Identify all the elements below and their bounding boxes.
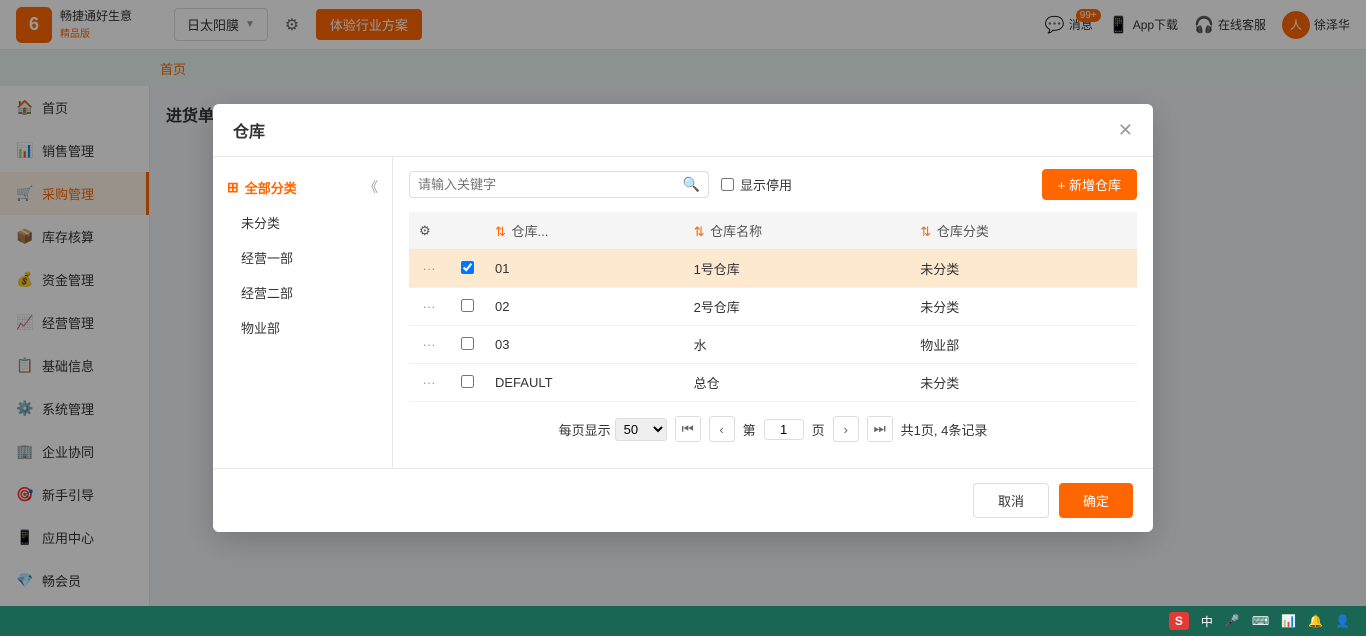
warehouse-modal: 仓库 ✕ ⊞ 全部分类 《 未分类 经营一部: [213, 104, 1153, 532]
cell-actions: ···: [409, 364, 449, 402]
status-chart[interactable]: 📊: [1281, 614, 1296, 628]
category-label-property: 物业部: [241, 321, 280, 336]
cell-no: DEFAULT: [485, 364, 684, 402]
cell-actions: ···: [409, 250, 449, 288]
category-item-dept1[interactable]: 经营一部: [213, 240, 392, 275]
sort-icon-code: ⇅: [495, 224, 506, 239]
confirm-button[interactable]: 确定: [1059, 483, 1133, 518]
add-warehouse-button[interactable]: + 新增仓库: [1042, 169, 1137, 200]
cell-name: 总仓: [684, 364, 911, 402]
cell-checkbox[interactable]: [449, 364, 485, 402]
search-icon: 🔍: [683, 176, 700, 193]
status-keyboard[interactable]: ⌨: [1252, 614, 1269, 628]
all-category-text: 全部分类: [245, 178, 297, 197]
cell-name: 2号仓库: [684, 288, 911, 326]
category-item-property[interactable]: 物业部: [213, 310, 392, 345]
show-disabled-label: 显示停用: [740, 175, 792, 194]
grid-icon: ⊞: [227, 179, 239, 196]
status-bar: S 中 🎤 ⌨ 📊 🔔 👤: [0, 606, 1366, 636]
table-body: ··· 01 1号仓库 未分类 ··· 02 2号仓库 未分类 ··· 03 水…: [409, 250, 1137, 402]
category-item-unclassified[interactable]: 未分类: [213, 205, 392, 240]
table-row[interactable]: ··· 03 水 物业部: [409, 326, 1137, 364]
modal-close-button[interactable]: ✕: [1118, 120, 1133, 141]
category-label-unclassified: 未分类: [241, 216, 280, 231]
cell-no: 01: [485, 250, 684, 288]
row-checkbox[interactable]: [461, 261, 474, 274]
table-row[interactable]: ··· 01 1号仓库 未分类: [409, 250, 1137, 288]
table-row[interactable]: ··· 02 2号仓库 未分类: [409, 288, 1137, 326]
sort-icon-name: ⇅: [694, 224, 705, 239]
page-input[interactable]: [764, 419, 804, 440]
search-input[interactable]: [418, 177, 683, 192]
category-collapse-button[interactable]: 《: [364, 177, 378, 197]
row-checkbox[interactable]: [461, 337, 474, 350]
th-name: ⇅ 仓库名称: [684, 212, 911, 250]
cell-category: 未分类: [910, 364, 1137, 402]
cell-name: 1号仓库: [684, 250, 911, 288]
modal-title: 仓库: [233, 118, 265, 142]
search-input-wrap: 🔍: [409, 171, 709, 198]
modal-header: 仓库 ✕: [213, 104, 1153, 157]
show-disabled-wrap: 显示停用: [721, 175, 792, 194]
status-zhong: 中: [1201, 613, 1213, 630]
cell-no: 02: [485, 288, 684, 326]
last-page-button[interactable]: ⏭: [867, 416, 893, 442]
status-mic[interactable]: 🎤: [1225, 614, 1240, 628]
category-all-label: ⊞ 全部分类: [227, 178, 297, 197]
first-page-button[interactable]: ⏮: [675, 416, 701, 442]
total-info: 共1页, 4条记录: [901, 420, 988, 439]
modal-body: ⊞ 全部分类 《 未分类 经营一部 经营二部 物业部: [213, 157, 1153, 468]
th-code: ⇅ 仓库...: [485, 212, 684, 250]
table-header: ⚙ ⇅ 仓库... ⇅ 仓库名称: [409, 212, 1137, 250]
warehouse-table: ⚙ ⇅ 仓库... ⇅ 仓库名称: [409, 212, 1137, 402]
show-disabled-checkbox[interactable]: [721, 178, 734, 191]
modal-toolbar: 🔍 显示停用 + 新增仓库: [409, 169, 1137, 200]
cancel-button[interactable]: 取消: [973, 483, 1049, 518]
row-checkbox[interactable]: [461, 299, 474, 312]
cell-actions: ···: [409, 326, 449, 364]
category-all-header[interactable]: ⊞ 全部分类 《: [213, 169, 392, 205]
page-size-select: 每页显示 10 20 50 100: [559, 418, 667, 441]
category-item-dept2[interactable]: 经营二部: [213, 275, 392, 310]
status-s: S: [1169, 612, 1189, 630]
per-page-select[interactable]: 10 20 50 100: [615, 418, 667, 441]
table-row[interactable]: ··· DEFAULT 总仓 未分类: [409, 364, 1137, 402]
category-sidebar: ⊞ 全部分类 《 未分类 经营一部 经营二部 物业部: [213, 157, 393, 468]
cell-no: 03: [485, 326, 684, 364]
cell-checkbox[interactable]: [449, 326, 485, 364]
status-bell[interactable]: 🔔: [1308, 614, 1323, 628]
cell-name: 水: [684, 326, 911, 364]
status-user[interactable]: 👤: [1335, 614, 1350, 628]
sort-icon-category: ⇅: [920, 224, 931, 239]
cell-checkbox[interactable]: [449, 288, 485, 326]
category-label-dept2: 经营二部: [241, 286, 293, 301]
page-unit: 页: [812, 420, 825, 439]
next-page-button[interactable]: ›: [833, 416, 859, 442]
modal-main: 🔍 显示停用 + 新增仓库 ⚙: [393, 157, 1153, 468]
cell-actions: ···: [409, 288, 449, 326]
cell-category: 未分类: [910, 288, 1137, 326]
cell-category: 物业部: [910, 326, 1137, 364]
cell-checkbox[interactable]: [449, 250, 485, 288]
row-checkbox[interactable]: [461, 375, 474, 388]
cell-category: 未分类: [910, 250, 1137, 288]
modal-footer: 取消 确定: [213, 468, 1153, 532]
th-checkbox: [449, 212, 485, 250]
modal-overlay: 仓库 ✕ ⊞ 全部分类 《 未分类 经营一部: [0, 0, 1366, 636]
th-settings: ⚙: [409, 212, 449, 250]
table-wrapper: ⚙ ⇅ 仓库... ⇅ 仓库名称: [409, 212, 1137, 402]
page-label: 第: [743, 420, 756, 439]
per-page-label: 每页显示: [559, 420, 611, 439]
prev-page-button[interactable]: ‹: [709, 416, 735, 442]
th-category: ⇅ 仓库分类: [910, 212, 1137, 250]
pagination: 每页显示 10 20 50 100 ⏮ ‹ 第 页 › ⏭: [409, 402, 1137, 456]
category-label-dept1: 经营一部: [241, 251, 293, 266]
